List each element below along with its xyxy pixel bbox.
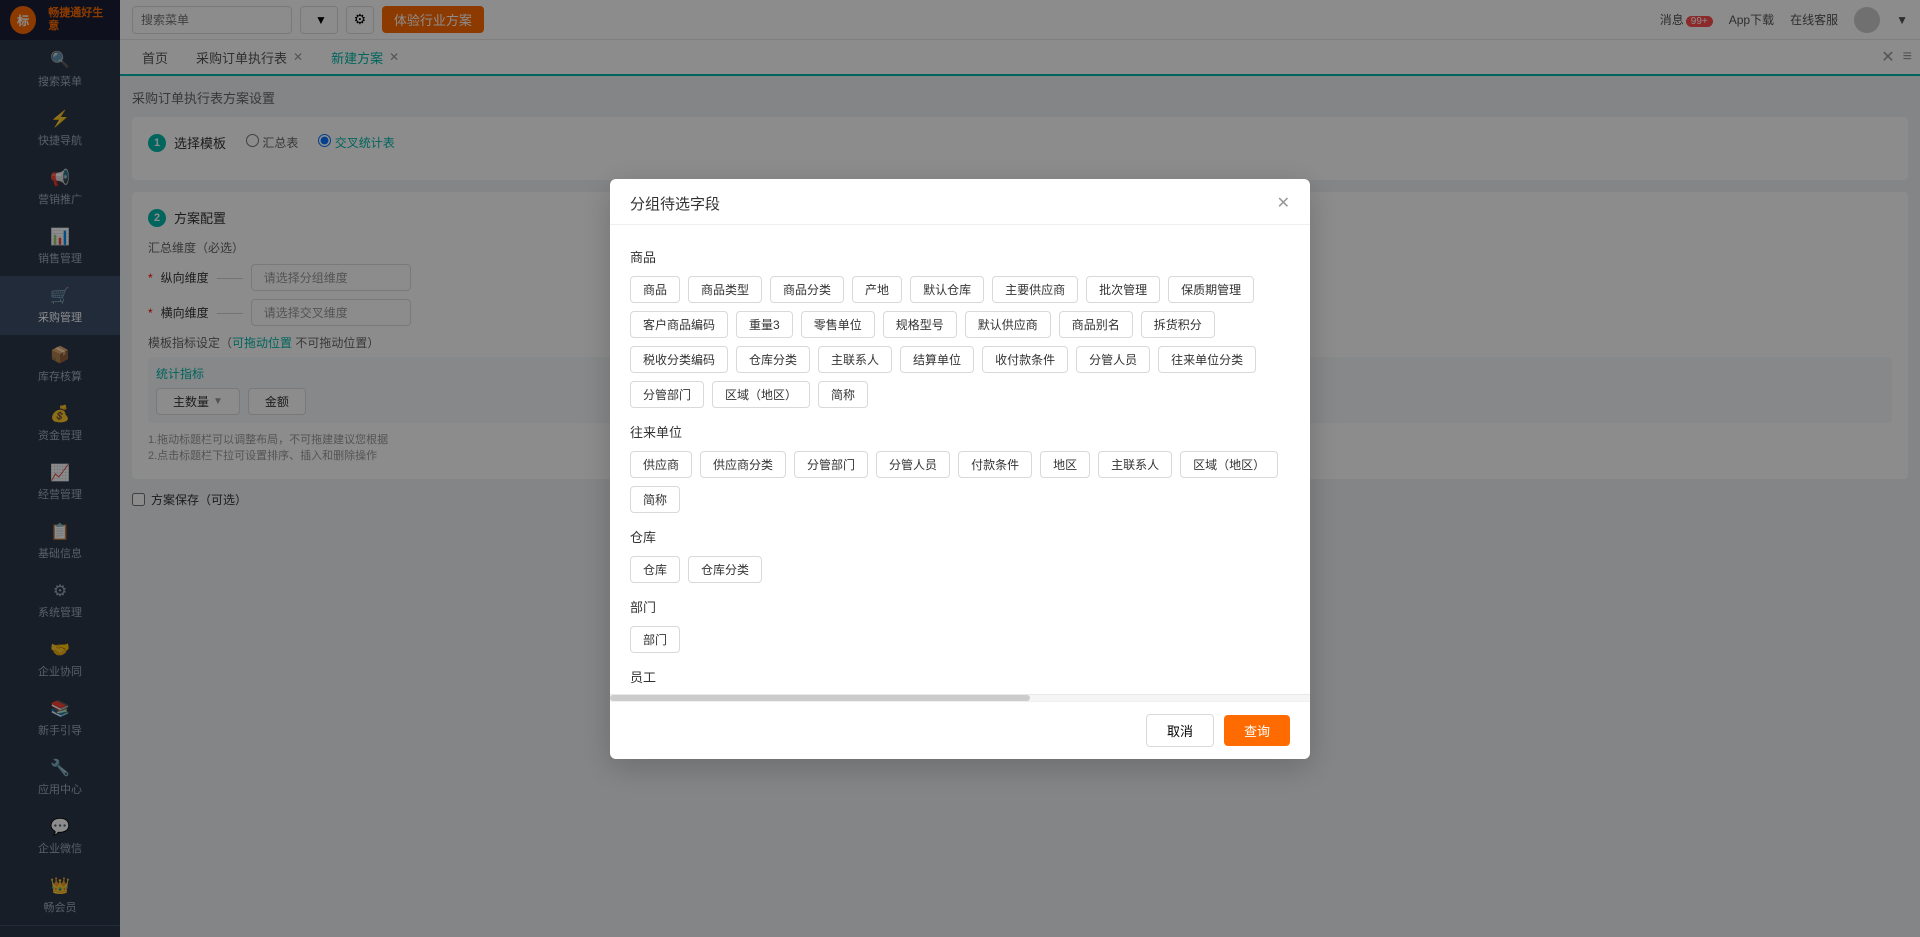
field-tag-0-4[interactable]: 默认仓库 [910,276,984,303]
modal-header: 分组待选字段 ✕ [610,179,1310,225]
modal-title: 分组待选字段 [630,193,720,214]
field-tag-0-18[interactable]: 结算单位 [900,346,974,373]
field-group-title-4: 员工 [630,667,1290,686]
field-tag-1-8[interactable]: 简称 [630,486,680,513]
modal-overlay: 分组待选字段 ✕ 商品商品商品类型商品分类产地默认仓库主要供应商批次管理保质期管… [0,0,1920,937]
field-group-title-1: 往来单位 [630,422,1290,441]
field-tag-0-7[interactable]: 保质期管理 [1168,276,1254,303]
field-tag-0-3[interactable]: 产地 [852,276,902,303]
field-tag-0-23[interactable]: 区域（地区） [712,381,810,408]
field-tag-1-1[interactable]: 供应商分类 [700,451,786,478]
field-tags-1: 供应商供应商分类分管部门分管人员付款条件地区主联系人区域（地区） 简称 [630,451,1290,513]
field-tag-0-0[interactable]: 商品 [630,276,680,303]
field-tags-3: 部门 [630,626,1290,653]
field-tag-0-12[interactable]: 默认供应商 [965,311,1051,338]
field-tag-0-20[interactable]: 分管人员 [1076,346,1150,373]
field-tag-0-9[interactable]: 重量3 [736,311,793,338]
field-group-title-3: 部门 [630,597,1290,616]
modal-close-button[interactable]: ✕ [1277,193,1290,213]
field-tag-1-6[interactable]: 主联系人 [1098,451,1172,478]
field-tag-0-11[interactable]: 规格型号 [883,311,957,338]
field-group-title-2: 仓库 [630,527,1290,546]
field-tag-1-4[interactable]: 付款条件 [958,451,1032,478]
field-tag-1-5[interactable]: 地区 [1040,451,1090,478]
field-tag-3-0[interactable]: 部门 [630,626,680,653]
field-tag-0-8[interactable]: 客户商品编码 [630,311,728,338]
field-tags-2: 仓库仓库分类 [630,556,1290,583]
cancel-button[interactable]: 取消 [1146,714,1214,747]
field-tag-0-6[interactable]: 批次管理 [1086,276,1160,303]
field-tag-0-19[interactable]: 收付款条件 [982,346,1068,373]
field-tag-1-2[interactable]: 分管部门 [794,451,868,478]
field-tag-1-3[interactable]: 分管人员 [876,451,950,478]
field-tag-2-1[interactable]: 仓库分类 [688,556,762,583]
field-tag-0-22[interactable]: 分管部门 [630,381,704,408]
field-tag-0-14[interactable]: 拆货积分 [1141,311,1215,338]
confirm-button[interactable]: 查询 [1224,715,1290,746]
field-tag-1-0[interactable]: 供应商 [630,451,692,478]
field-tag-0-17[interactable]: 主联系人 [818,346,892,373]
field-tags-0: 商品商品类型商品分类产地默认仓库主要供应商批次管理保质期管理客户商品编码重量3 零… [630,276,1290,408]
field-tag-2-0[interactable]: 仓库 [630,556,680,583]
field-tag-0-5[interactable]: 主要供应商 [992,276,1078,303]
field-tag-0-21[interactable]: 往来单位分类 [1158,346,1256,373]
modal-scroll-thumb [610,695,1030,700]
field-tag-0-2[interactable]: 商品分类 [770,276,844,303]
field-group-title-0: 商品 [630,247,1290,266]
modal: 分组待选字段 ✕ 商品商品商品类型商品分类产地默认仓库主要供应商批次管理保质期管… [610,179,1310,759]
field-tag-0-16[interactable]: 仓库分类 [736,346,810,373]
modal-horizontal-scrollbar[interactable] [610,694,1310,700]
field-tag-0-24[interactable]: 简称 [818,381,868,408]
modal-body: 商品商品商品类型商品分类产地默认仓库主要供应商批次管理保质期管理客户商品编码重量… [610,225,1310,695]
field-tag-0-13[interactable]: 商品别名 [1059,311,1133,338]
field-tag-0-10[interactable]: 零售单位 [801,311,875,338]
modal-footer: 取消 查询 [610,701,1310,759]
field-tag-0-1[interactable]: 商品类型 [688,276,762,303]
field-tag-0-15[interactable]: 税收分类编码 [630,346,728,373]
field-tag-1-7[interactable]: 区域（地区） [1180,451,1278,478]
